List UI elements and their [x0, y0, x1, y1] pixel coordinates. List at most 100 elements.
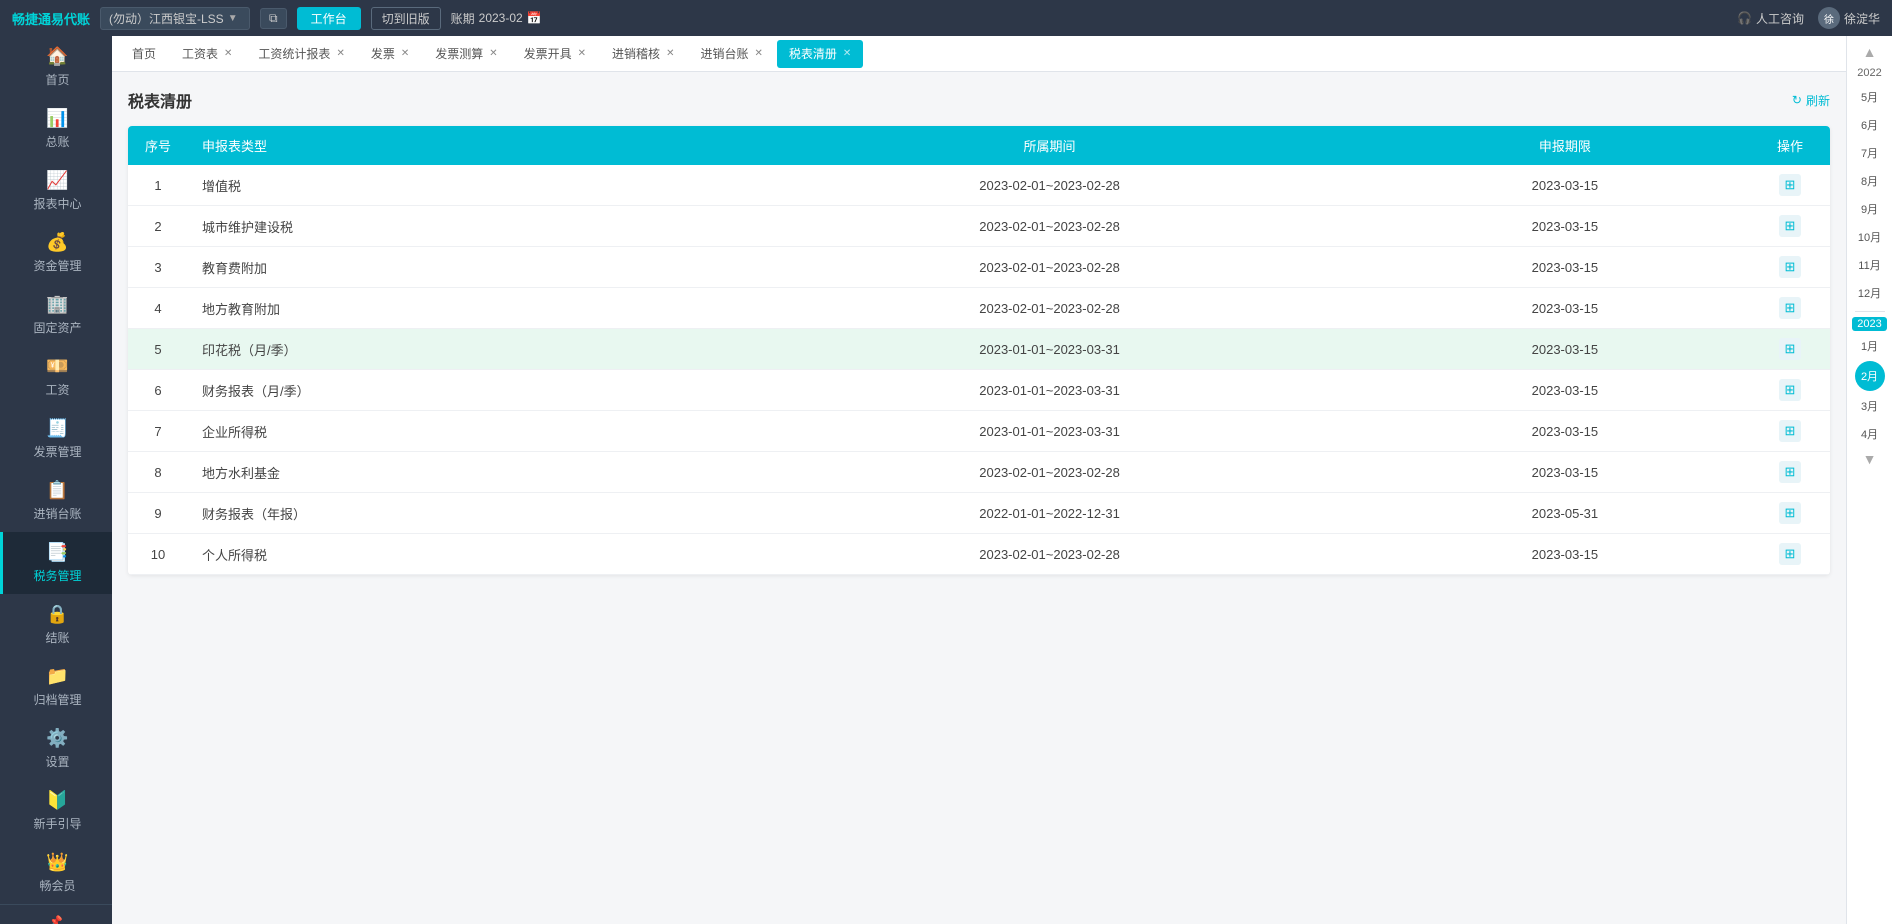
- ai-consult-btn[interactable]: 🎧 人工咨询: [1737, 10, 1804, 27]
- sidebar-item-guide[interactable]: 🔰 新手引导: [0, 780, 112, 842]
- sidebar-label-settings: 设置: [45, 753, 69, 770]
- table-row: 10 个人所得税 2023-02-01~2023-02-28 2023-03-1…: [128, 534, 1830, 575]
- headset-icon: 🎧: [1737, 11, 1752, 25]
- action-icon-8[interactable]: ⊞: [1779, 502, 1801, 524]
- purchase-icon: 📋: [46, 480, 68, 501]
- tab-tax-list[interactable]: 税表清册 ✕: [777, 40, 863, 68]
- cell-type: 个人所得税: [188, 534, 719, 575]
- month-btn-2022-9月[interactable]: 9月: [1852, 196, 1888, 222]
- tax-icon: 📑: [46, 542, 68, 563]
- month-btn-active[interactable]: 2月: [1855, 361, 1885, 391]
- calendar-icon[interactable]: 📅: [527, 11, 542, 25]
- user-menu[interactable]: 徐 徐淀华: [1818, 7, 1880, 29]
- page-title: 税表清册: [128, 88, 192, 112]
- copy-icon-btn[interactable]: ⧉: [260, 8, 287, 29]
- year-2023-label[interactable]: 2023: [1852, 317, 1886, 331]
- tab-label-purchase-ledger: 进销台账: [700, 45, 748, 62]
- switch-old-button[interactable]: 切到旧版: [371, 7, 441, 30]
- tab-wage[interactable]: 工资表✕: [170, 40, 244, 68]
- tab-close-invoice[interactable]: ✕: [401, 48, 409, 59]
- sidebar-item-home[interactable]: 🏠 首页: [0, 36, 112, 98]
- month-btn-2022-6月[interactable]: 6月: [1852, 112, 1888, 138]
- action-icon-1[interactable]: ⊞: [1779, 215, 1801, 237]
- col-seq: 序号: [128, 126, 188, 165]
- sidebar-item-settings[interactable]: ⚙️ 设置: [0, 718, 112, 780]
- action-icon-4[interactable]: ⊞: [1779, 338, 1801, 360]
- tab-invoice-calc[interactable]: 发票测算✕: [423, 40, 509, 68]
- cell-action: ⊞: [1750, 534, 1830, 575]
- sidebar-item-ledger[interactable]: 📊 总账: [0, 98, 112, 160]
- tab-purchase-check[interactable]: 进销稽核✕: [600, 40, 686, 68]
- action-icon-3[interactable]: ⊞: [1779, 297, 1801, 319]
- user-name: 徐淀华: [1844, 10, 1880, 27]
- app-logo: 畅捷通易代账: [12, 9, 90, 28]
- settings-icon: ⚙️: [46, 728, 68, 749]
- sidebar-item-member[interactable]: 👑 畅会员: [0, 842, 112, 904]
- action-icon-0[interactable]: ⊞: [1779, 174, 1801, 196]
- cell-deadline: 2023-03-15: [1380, 411, 1750, 452]
- cell-deadline: 2023-03-15: [1380, 288, 1750, 329]
- tax-table: 序号 申报表类型 所属期间 申报期限 操作 1 增值税 2023-02-01~2…: [128, 126, 1830, 575]
- tab-close-wage-report[interactable]: ✕: [336, 48, 344, 59]
- sidebar-label-fund: 资金管理: [33, 257, 81, 274]
- action-icon-7[interactable]: ⊞: [1779, 461, 1801, 483]
- tab-label-tax-list: 税表清册: [789, 45, 837, 62]
- tab-close-tax-list[interactable]: ✕: [843, 48, 851, 59]
- month-btn-2022-12月[interactable]: 12月: [1852, 280, 1888, 306]
- tab-close-invoice-calc[interactable]: ✕: [489, 48, 497, 59]
- action-icon-9[interactable]: ⊞: [1779, 543, 1801, 565]
- cell-type: 教育费附加: [188, 247, 719, 288]
- sidebar-item-fund[interactable]: 💰 资金管理: [0, 222, 112, 284]
- guide-icon: 🔰: [46, 790, 68, 811]
- sidebar-item-close[interactable]: 🔒 结账: [0, 594, 112, 656]
- refresh-button[interactable]: ↻ 刷新: [1792, 92, 1830, 109]
- month-btn-2023-1月[interactable]: 1月: [1852, 333, 1888, 359]
- tab-close-purchase-ledger[interactable]: ✕: [754, 48, 762, 59]
- member-icon: 👑: [46, 852, 68, 873]
- scroll-up-btn[interactable]: ▲: [1856, 42, 1884, 62]
- cell-period: 2023-02-01~2023-02-28: [719, 452, 1379, 493]
- tab-close-invoice-open[interactable]: ✕: [578, 48, 586, 59]
- month-btn-2023-3月[interactable]: 3月: [1852, 393, 1888, 419]
- cell-period: 2023-02-01~2023-02-28: [719, 534, 1379, 575]
- tab-close-purchase-check[interactable]: ✕: [666, 48, 674, 59]
- sidebar-label-close: 结账: [45, 629, 69, 646]
- month-btn-2022-5月[interactable]: 5月: [1852, 84, 1888, 110]
- main-layout: 🏠 首页 📊 总账 📈 报表中心 💰 资金管理 🏢 固定资产 💴 工资 🧾 发票…: [0, 36, 1892, 924]
- period-value: 2023-02: [479, 11, 523, 25]
- sidebar-item-invoice[interactable]: 🧾 发票管理: [0, 408, 112, 470]
- wage-icon: 💴: [46, 356, 68, 377]
- sidebar-item-wage[interactable]: 💴 工资: [0, 346, 112, 408]
- avatar: 徐: [1818, 7, 1840, 29]
- action-icon-6[interactable]: ⊞: [1779, 420, 1801, 442]
- cell-type: 财务报表（月/季）: [188, 370, 719, 411]
- action-icon-5[interactable]: ⊞: [1779, 379, 1801, 401]
- tab-home[interactable]: 首页: [120, 40, 168, 68]
- company-selector[interactable]: (勿动）江西银宝-LSS ▼: [100, 7, 250, 30]
- tab-bar: 首页工资表✕工资统计报表✕发票✕发票测算✕发票开具✕进销稽核✕进销台账✕税表清册…: [112, 36, 1846, 72]
- action-icon-2[interactable]: ⊞: [1779, 256, 1801, 278]
- workspace-button[interactable]: 工作台: [297, 7, 361, 30]
- tab-purchase-ledger[interactable]: 进销台账 ✕: [688, 40, 774, 68]
- scroll-down-btn[interactable]: ▼: [1856, 449, 1884, 469]
- sidebar-item-purchase[interactable]: 📋 进销台账: [0, 470, 112, 532]
- tab-wage-report[interactable]: 工资统计报表✕: [246, 40, 356, 68]
- tab-invoice[interactable]: 发票✕: [359, 40, 421, 68]
- month-btn-2022-8月[interactable]: 8月: [1852, 168, 1888, 194]
- month-btn-2022-7月[interactable]: 7月: [1852, 140, 1888, 166]
- sidebar-item-tax[interactable]: 📑 税务管理: [0, 532, 112, 594]
- sidebar-item-fixed[interactable]: 🏢 固定资产: [0, 284, 112, 346]
- sidebar-label-home: 首页: [45, 71, 69, 88]
- month-btn-2023-4月[interactable]: 4月: [1852, 421, 1888, 447]
- pin-cancel-btn[interactable]: 📌 取消固定: [0, 904, 112, 924]
- tab-invoice-open[interactable]: 发票开具✕: [512, 40, 598, 68]
- sidebar-item-report[interactable]: 📈 报表中心: [0, 160, 112, 222]
- cell-seq: 1: [128, 165, 188, 206]
- cell-seq: 5: [128, 329, 188, 370]
- cell-action: ⊞: [1750, 411, 1830, 452]
- sidebar-item-archive[interactable]: 📁 归档管理: [0, 656, 112, 718]
- year-2022-label: 2022: [1857, 64, 1881, 82]
- month-btn-2022-10月[interactable]: 10月: [1852, 224, 1888, 250]
- month-btn-2022-11月[interactable]: 11月: [1852, 252, 1888, 278]
- tab-close-wage[interactable]: ✕: [224, 48, 232, 59]
